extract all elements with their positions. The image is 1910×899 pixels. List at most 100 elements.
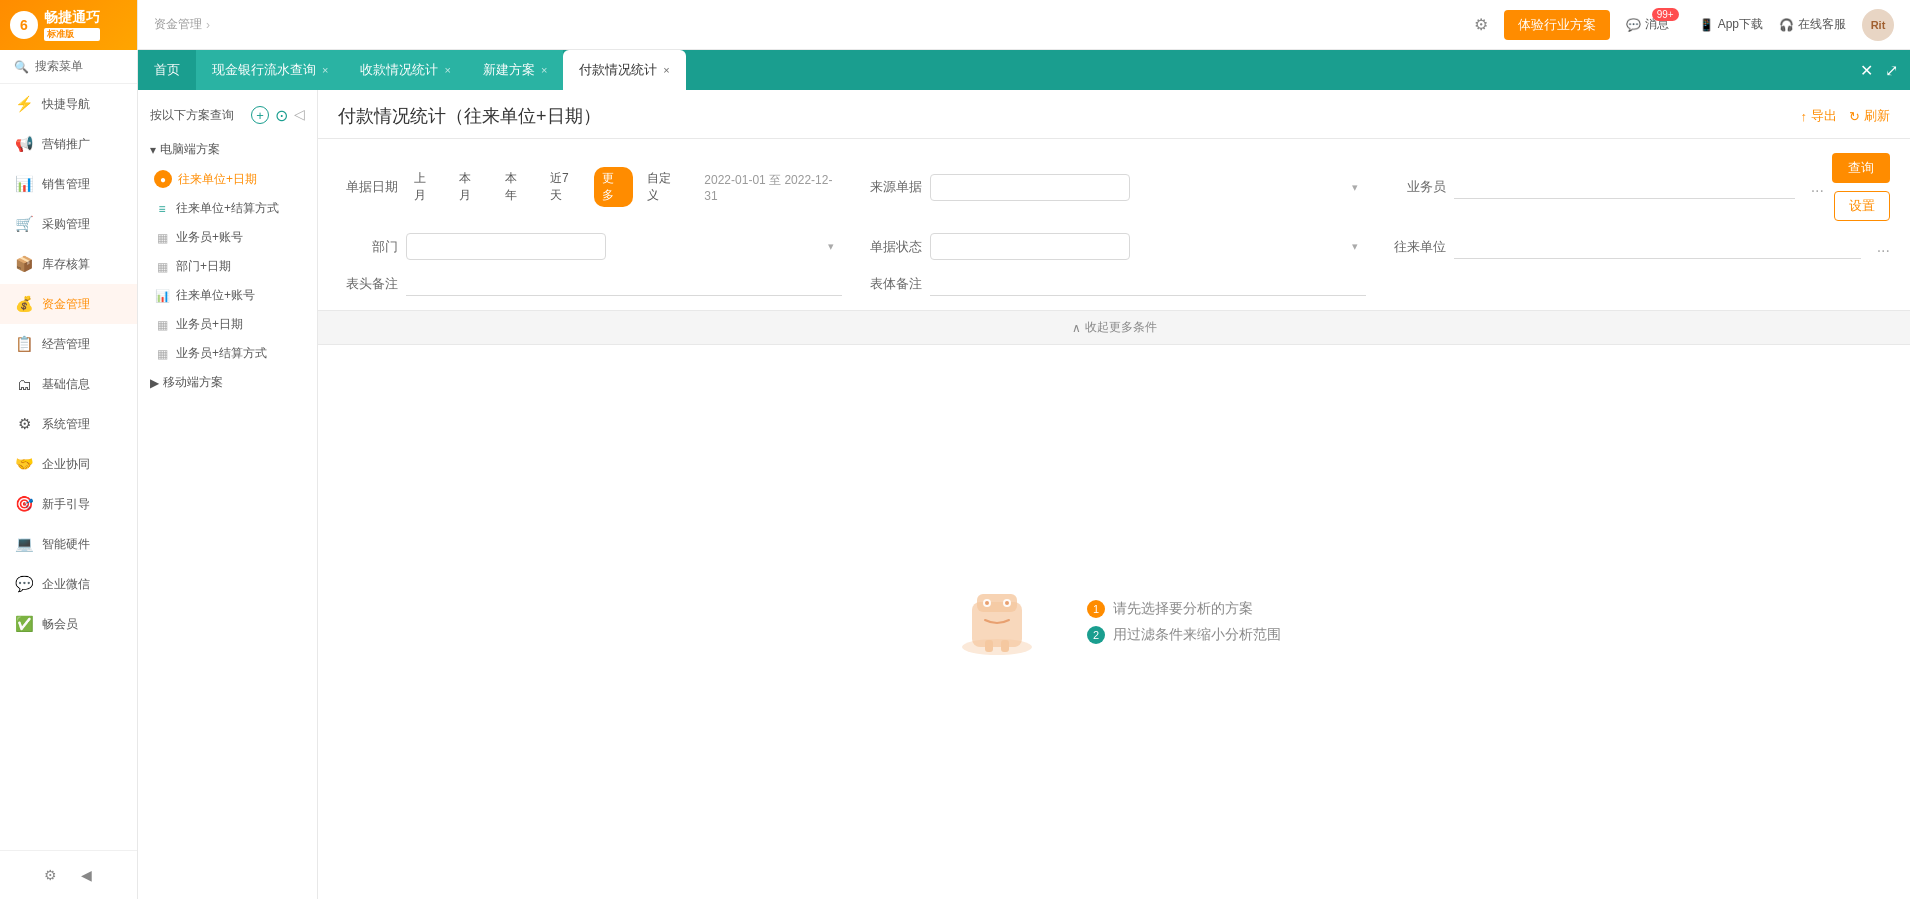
sidebar-item-hardware[interactable]: 💻 智能硬件 [0, 524, 137, 564]
tab-receipt-stats[interactable]: 收款情况统计 × [344, 50, 466, 90]
settings-icon[interactable]: ⚙ [1474, 15, 1488, 34]
refresh-button[interactable]: ↻ 刷新 [1849, 107, 1890, 125]
marketing-icon: 📢 [14, 134, 34, 154]
salesman-input[interactable] [1454, 175, 1795, 199]
sidebar-item-vip[interactable]: ✅ 畅会员 [0, 604, 137, 644]
scheme-item-salesman-account[interactable]: ▦ 业务员+账号 [146, 223, 309, 252]
refresh-icon: ↻ [1849, 109, 1860, 124]
scheme-settings-btn[interactable]: ⊙ [275, 106, 288, 125]
collapse-button[interactable]: ∧ 收起更多条件 [1072, 319, 1157, 336]
online-service-button[interactable]: 🎧 在线客服 [1779, 16, 1846, 33]
more-date-btn[interactable]: 更多 [594, 167, 633, 207]
wechat-label: 企业微信 [42, 576, 90, 593]
tab-home[interactable]: 首页 [138, 50, 196, 90]
basic-info-label: 基础信息 [42, 376, 90, 393]
sidebar-item-guide[interactable]: 🎯 新手引导 [0, 484, 137, 524]
tip-num-1: 1 [1087, 600, 1105, 618]
search-menu[interactable]: 🔍 搜索菜单 [0, 50, 137, 84]
empty-tip-1: 1 请先选择要分析的方案 [1087, 600, 1281, 618]
sidebar-item-quick-nav[interactable]: ⚡ 快捷导航 [0, 84, 137, 124]
sidebar-item-finance[interactable]: 💰 资金管理 [0, 284, 137, 324]
scheme-item-partner-date[interactable]: ● 往来单位+日期 [146, 164, 309, 194]
salesman-dots[interactable]: ... [1811, 178, 1824, 196]
sidebar-item-coop[interactable]: 🤝 企业协同 [0, 444, 137, 484]
scheme-item-salesman-date[interactable]: ▦ 业务员+日期 [146, 310, 309, 339]
tabbar-right-actions: ✕ ⤢ [1856, 57, 1910, 84]
system-label: 系统管理 [42, 416, 90, 433]
tab-new-scheme-close[interactable]: × [541, 64, 547, 76]
tab-receipt-close[interactable]: × [444, 64, 450, 76]
hardware-icon: 💻 [14, 534, 34, 554]
tab-home-label: 首页 [154, 61, 180, 79]
tab-bank-flow-close[interactable]: × [322, 64, 328, 76]
sidebar-item-basic-info[interactable]: 🗂 基础信息 [0, 364, 137, 404]
this-month-btn[interactable]: 本月 [451, 167, 490, 207]
logo-name: 畅捷通巧 [44, 9, 100, 26]
service-icon: 🎧 [1779, 18, 1794, 32]
doc-status-select[interactable] [930, 233, 1130, 260]
scheme-mobile-arrow: ▶ [150, 376, 159, 390]
logo-icon: 6 [10, 11, 38, 39]
salesman-filter-field: 业务员 ... 查询 设置 [1386, 153, 1890, 221]
sidebar-item-wechat[interactable]: 💬 企业微信 [0, 564, 137, 604]
scheme-add-btn[interactable]: + [251, 106, 269, 124]
custom-date-btn[interactable]: 自定义 [639, 167, 690, 207]
message-icon: 💬 [1626, 18, 1641, 32]
scheme-item-partner-account[interactable]: 📊 往来单位+账号 [146, 281, 309, 310]
scheme-mobile-group[interactable]: ▶ 移动端方案 [138, 368, 317, 397]
scheme-desktop-header[interactable]: ▾ 电脑端方案 [146, 135, 309, 164]
avatar[interactable]: Rit [1862, 9, 1894, 41]
vip-icon: ✅ [14, 614, 34, 634]
query-button[interactable]: 查询 [1832, 153, 1890, 183]
trial-button[interactable]: 体验行业方案 [1504, 10, 1610, 40]
empty-content: 1 请先选择要分析的方案 2 用过滤条件来缩小分析范围 [947, 572, 1281, 672]
expand-icon[interactable]: ⤢ [1881, 57, 1902, 84]
partner-input[interactable] [1454, 235, 1861, 259]
app-download-button[interactable]: 📱 App下载 [1699, 16, 1763, 33]
message-button[interactable]: 💬 消息 99+ [1626, 16, 1669, 33]
scheme-panel-header: 按以下方案查询 + ⊙ ◁ [138, 100, 317, 135]
last-month-btn[interactable]: 上月 [406, 167, 445, 207]
header-note-input[interactable] [406, 272, 842, 296]
scheme-item-salesman-account-label: 业务员+账号 [176, 229, 243, 246]
source-filter-label: 来源单据 [862, 178, 922, 196]
filter-area: 单据日期 上月 本月 本年 近7天 更多 自定义 2022-01-01 至 20… [318, 139, 1910, 311]
scheme-item-salesman-settlement[interactable]: ▦ 业务员+结算方式 [146, 339, 309, 368]
breadcrumb: 资金管理 › [154, 16, 1462, 33]
inventory-icon: 📦 [14, 254, 34, 274]
sidebar-item-system[interactable]: ⚙ 系统管理 [0, 404, 137, 444]
inventory-label: 库存核算 [42, 256, 90, 273]
tab-new-scheme[interactable]: 新建方案 × [467, 50, 563, 90]
scheme-item-partner-settlement[interactable]: ≡ 往来单位+结算方式 [146, 194, 309, 223]
export-button[interactable]: ↑ 导出 [1801, 107, 1838, 125]
sidebar-item-operation[interactable]: 📋 经营管理 [0, 324, 137, 364]
dept-select[interactable] [406, 233, 606, 260]
scheme-item-dept-date[interactable]: ▦ 部门+日期 [146, 252, 309, 281]
doc-status-filter-label: 单据状态 [862, 238, 922, 256]
settings-button[interactable]: 设置 [1834, 191, 1890, 221]
dept-filter-label: 部门 [338, 238, 398, 256]
scheme-collapse-btn[interactable]: ◁ [294, 106, 305, 125]
sidebar-item-sales[interactable]: 📊 销售管理 [0, 164, 137, 204]
partner-dots[interactable]: ... [1877, 238, 1890, 256]
message-badge: 99+ [1652, 8, 1679, 21]
sidebar-item-inventory[interactable]: 📦 库存核算 [0, 244, 137, 284]
sidebar-settings-btn[interactable]: ⚙ [37, 861, 65, 889]
sidebar-item-purchase[interactable]: 🛒 采购管理 [0, 204, 137, 244]
sidebar-bottom: ⚙ ◀ [0, 850, 137, 899]
logo: 6 畅捷通巧 标准版 [0, 0, 137, 50]
sidebar-item-marketing[interactable]: 📢 营销推广 [0, 124, 137, 164]
body-note-input[interactable] [930, 272, 1366, 296]
doc-status-filter-field: 单据状态 ▾ [862, 233, 1366, 260]
last-7-btn[interactable]: 近7天 [542, 167, 588, 207]
close-all-tabs-icon[interactable]: ✕ [1856, 57, 1877, 84]
tab-payment-close[interactable]: × [663, 64, 669, 76]
source-select[interactable] [930, 174, 1130, 201]
body-note-field: 表体备注 [862, 272, 1366, 296]
sidebar-collapse-btn[interactable]: ◀ [73, 861, 101, 889]
wechat-icon: 💬 [14, 574, 34, 594]
tab-payment-stats[interactable]: 付款情况统计 × [563, 50, 685, 90]
tab-bank-flow[interactable]: 现金银行流水查询 × [196, 50, 344, 90]
this-year-btn[interactable]: 本年 [497, 167, 536, 207]
tab-receipt-stats-label: 收款情况统计 [360, 61, 438, 79]
